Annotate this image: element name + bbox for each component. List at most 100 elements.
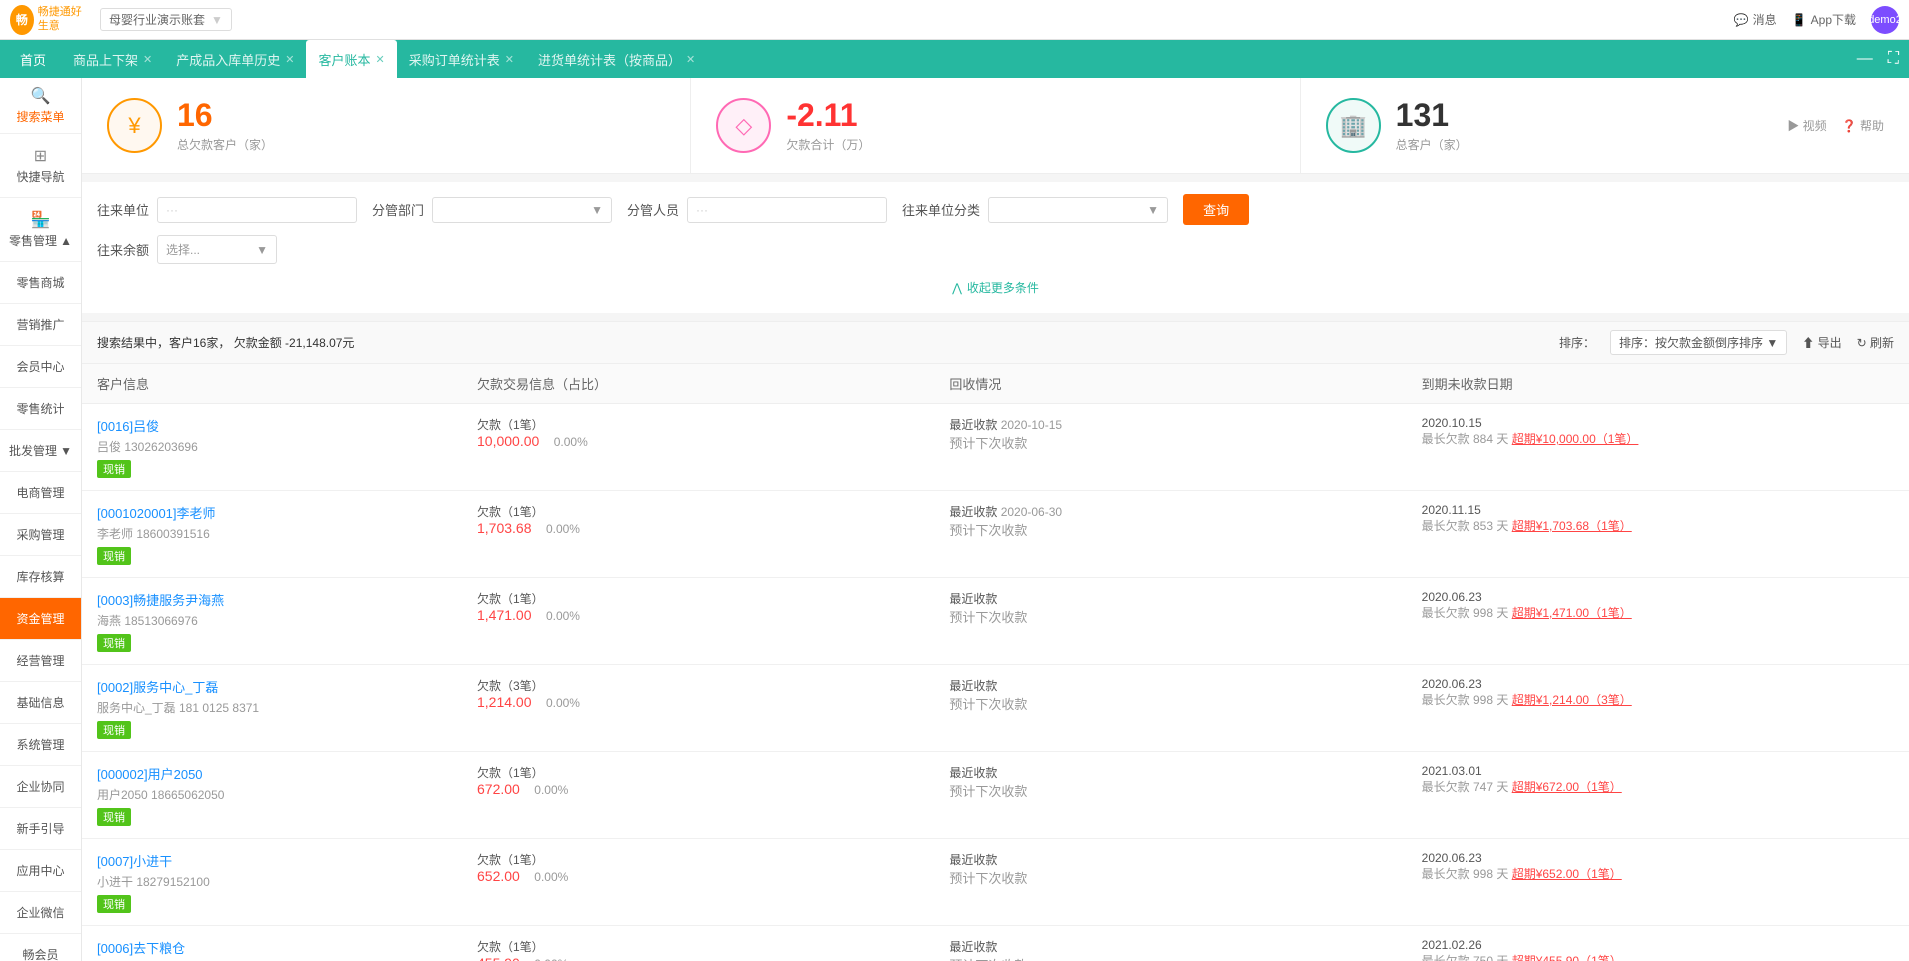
filter-row-1: 往来单位 ··· 分管部门 ▼ 分管人员 ···	[97, 194, 1894, 225]
sidebar-item-retail-mgmt[interactable]: 🏪 零售管理 ▲	[0, 198, 81, 262]
sidebar-item-app-center[interactable]: 应用中心	[0, 850, 81, 892]
close-icon[interactable]: ✕	[686, 53, 695, 66]
tab-product-listing[interactable]: 商品上下架 ✕	[61, 40, 164, 78]
nav-right-controls: — ⛶	[1852, 50, 1904, 68]
sidebar-item-retail-mall[interactable]: 零售商城	[0, 262, 81, 304]
next-collection: 预计下次收款	[949, 694, 1421, 713]
industry-selector[interactable]: 母婴行业演示账套 ▼	[100, 8, 232, 31]
user-avatar[interactable]: demo2	[1871, 6, 1899, 34]
customer-name-link[interactable]: [0002]服务中心_丁磊	[97, 680, 218, 695]
sidebar-item-search[interactable]: 🔍 搜索菜单	[0, 78, 81, 134]
overdue-date: 2020.06.23	[1422, 677, 1894, 691]
sidebar-item-basic-info[interactable]: 基础信息	[0, 682, 81, 724]
customer-name-link[interactable]: [0003]畅捷服务尹海燕	[97, 593, 224, 608]
filter-unit-type: 往来单位分类 ▼	[902, 197, 1168, 223]
sidebar-item-inventory[interactable]: 库存核算	[0, 556, 81, 598]
sidebar-item-retail-stats[interactable]: 零售统计	[0, 388, 81, 430]
customer-info-cell: [0016]吕俊 吕俊 13026203696 现销	[97, 416, 477, 478]
overdue-cell: 2020.11.15 最长欠款 853 天 超期¥1,703.68（1笔）	[1422, 503, 1894, 534]
maximize-icon[interactable]: ⛶	[1883, 50, 1904, 68]
customer-name-link[interactable]: [0016]吕俊	[97, 419, 159, 434]
person-input[interactable]: ···	[687, 197, 887, 223]
close-icon[interactable]: ✕	[143, 53, 152, 66]
sidebar-item-wholesale-mgmt[interactable]: 批发管理 ▼	[0, 430, 81, 472]
overdue-detail-link[interactable]: 超期¥1,214.00（3笔）	[1512, 693, 1632, 707]
minimize-icon[interactable]: —	[1852, 50, 1878, 68]
from-unit-label: 往来单位	[97, 200, 149, 219]
customer-name-link[interactable]: [0007]小进干	[97, 854, 172, 869]
overdue-cell: 2020.10.15 最长欠款 884 天 超期¥10,000.00（1笔）	[1422, 416, 1894, 447]
customer-contact: 用户2050 18665062050	[97, 786, 477, 803]
overdue-detail-link[interactable]: 超期¥672.00（1笔）	[1512, 780, 1622, 794]
balance-select[interactable]: 选择... ▼	[157, 235, 277, 264]
customer-name-link[interactable]: [0006]去下粮仓	[97, 941, 185, 956]
overdue-cell: 2021.03.01 最长欠款 747 天 超期¥672.00（1笔）	[1422, 764, 1894, 795]
tab-home[interactable]: 首页	[5, 40, 61, 78]
sidebar-item-enterprise-wechat[interactable]: 企业微信	[0, 892, 81, 934]
customer-name-link[interactable]: [0001020001]李老师	[97, 506, 216, 521]
sidebar-item-member-center[interactable]: 会员中心	[0, 346, 81, 388]
overdue-detail-link[interactable]: 超期¥455.90（1笔）	[1512, 954, 1622, 961]
overdue-detail-link[interactable]: 超期¥652.00（1笔）	[1512, 867, 1622, 881]
tab-inbound-stats[interactable]: 进货单统计表（按商品） ✕	[526, 40, 707, 78]
export-icon: ⬆	[1802, 336, 1814, 350]
customer-contact: 吕俊 13026203696	[97, 438, 477, 455]
overdue-date: 2020.06.23	[1422, 590, 1894, 604]
close-icon[interactable]: ✕	[505, 53, 514, 66]
search-button[interactable]: 查询	[1183, 194, 1249, 225]
overdue-detail-link[interactable]: 超期¥1,471.00（1笔）	[1512, 606, 1632, 620]
person-label: 分管人员	[627, 200, 679, 219]
sidebar-item-system[interactable]: 系统管理	[0, 724, 81, 766]
sidebar-item-quick-nav[interactable]: ⊞ 快捷导航	[0, 134, 81, 198]
overdue-detail-link[interactable]: 超期¥1,703.68（1笔）	[1512, 519, 1632, 533]
customer-info-cell: [0007]小进干 小进干 18279152100 现销	[97, 851, 477, 913]
message-button[interactable]: 💬 消息	[1734, 11, 1777, 28]
overdue-days: 最长欠款 747 天	[1422, 780, 1512, 794]
sidebar-item-capital[interactable]: 资金管理	[0, 598, 81, 640]
debt-info-cell: 欠款（1笔） 455.90 0.00%	[477, 938, 949, 961]
tab-purchase-order-stats[interactable]: 采购订单统计表 ✕	[397, 40, 526, 78]
message-icon: 💬	[1734, 13, 1749, 27]
overdue-days: 最长欠款 998 天	[1422, 867, 1512, 881]
dept-select[interactable]: ▼	[432, 197, 612, 223]
sidebar-item-ecommerce[interactable]: 电商管理	[0, 472, 81, 514]
close-icon[interactable]: ✕	[376, 53, 385, 66]
app-download-button[interactable]: 📱 App下载	[1792, 11, 1856, 28]
sidebar: 🔍 搜索菜单 ⊞ 快捷导航 🏪 零售管理 ▲ 零售商城 营销推广 会员中心 零售…	[0, 78, 82, 961]
video-button[interactable]: ▶ 视频	[1787, 117, 1826, 134]
sidebar-item-enterprise-collab[interactable]: 企业协同	[0, 766, 81, 808]
tab-customer-account[interactable]: 客户账本 ✕	[306, 40, 396, 78]
refresh-icon: ↻	[1857, 336, 1867, 350]
sidebar-item-operations[interactable]: 经营管理	[0, 640, 81, 682]
help-button[interactable]: ❓ 帮助	[1842, 117, 1884, 134]
debt-desc: 欠款（1笔）	[477, 590, 949, 607]
collection-cell: 最近收款 预计下次收款	[949, 677, 1421, 713]
chevron-icon: ▼	[60, 444, 72, 458]
close-icon[interactable]: ✕	[285, 53, 294, 66]
table-row: [0002]服务中心_丁磊 服务中心_丁磊 181 0125 8371 现销 欠…	[82, 665, 1909, 752]
customer-contact: 海燕 18513066976	[97, 612, 477, 629]
result-info: 搜索结果中，客户16家， 欠款金额 -21,148.07元	[97, 334, 354, 351]
debt-desc: 欠款（1笔）	[477, 851, 949, 868]
sidebar-item-changhui-member[interactable]: 畅会员	[0, 934, 81, 961]
sidebar-item-purchase[interactable]: 采购管理	[0, 514, 81, 556]
unit-type-select[interactable]: ▼	[988, 197, 1168, 223]
sidebar-item-beginner-guide[interactable]: 新手引导	[0, 808, 81, 850]
video-icon: ▶	[1787, 119, 1799, 133]
sort-select[interactable]: 排序：按欠款金额倒序排序 ▼	[1610, 330, 1787, 355]
chevron-down-icon: ▼	[1147, 203, 1159, 217]
tab-inbound-history[interactable]: 产成品入库单历史 ✕	[164, 40, 306, 78]
from-unit-input[interactable]: ···	[157, 197, 357, 223]
stat-card-debt-total: ◇ -2.11 欠款合计（万）	[691, 78, 1300, 173]
table-row: [0006]去下粮仓 陈小希 现销 欠款（1笔） 455.90 0.00% 最近…	[82, 926, 1909, 961]
collapse-filter-button[interactable]: ⋀ 收起更多条件	[97, 274, 1894, 301]
top-bar: 畅 畅捷通好生意 母婴行业演示账套 ▼ 💬 消息 📱 App下载 demo2	[0, 0, 1909, 40]
export-button[interactable]: ⬆ 导出	[1802, 334, 1841, 351]
sidebar-item-marketing[interactable]: 营销推广	[0, 304, 81, 346]
debt-percent: 0.00%	[534, 783, 568, 797]
refresh-button[interactable]: ↻ 刷新	[1857, 334, 1894, 351]
customer-name-link[interactable]: [000002]用户2050	[97, 767, 203, 782]
next-collection: 预计下次收款	[949, 520, 1421, 539]
debt-info-cell: 欠款（1笔） 652.00 0.00%	[477, 851, 949, 884]
overdue-detail-link[interactable]: 超期¥10,000.00（1笔）	[1512, 432, 1639, 446]
